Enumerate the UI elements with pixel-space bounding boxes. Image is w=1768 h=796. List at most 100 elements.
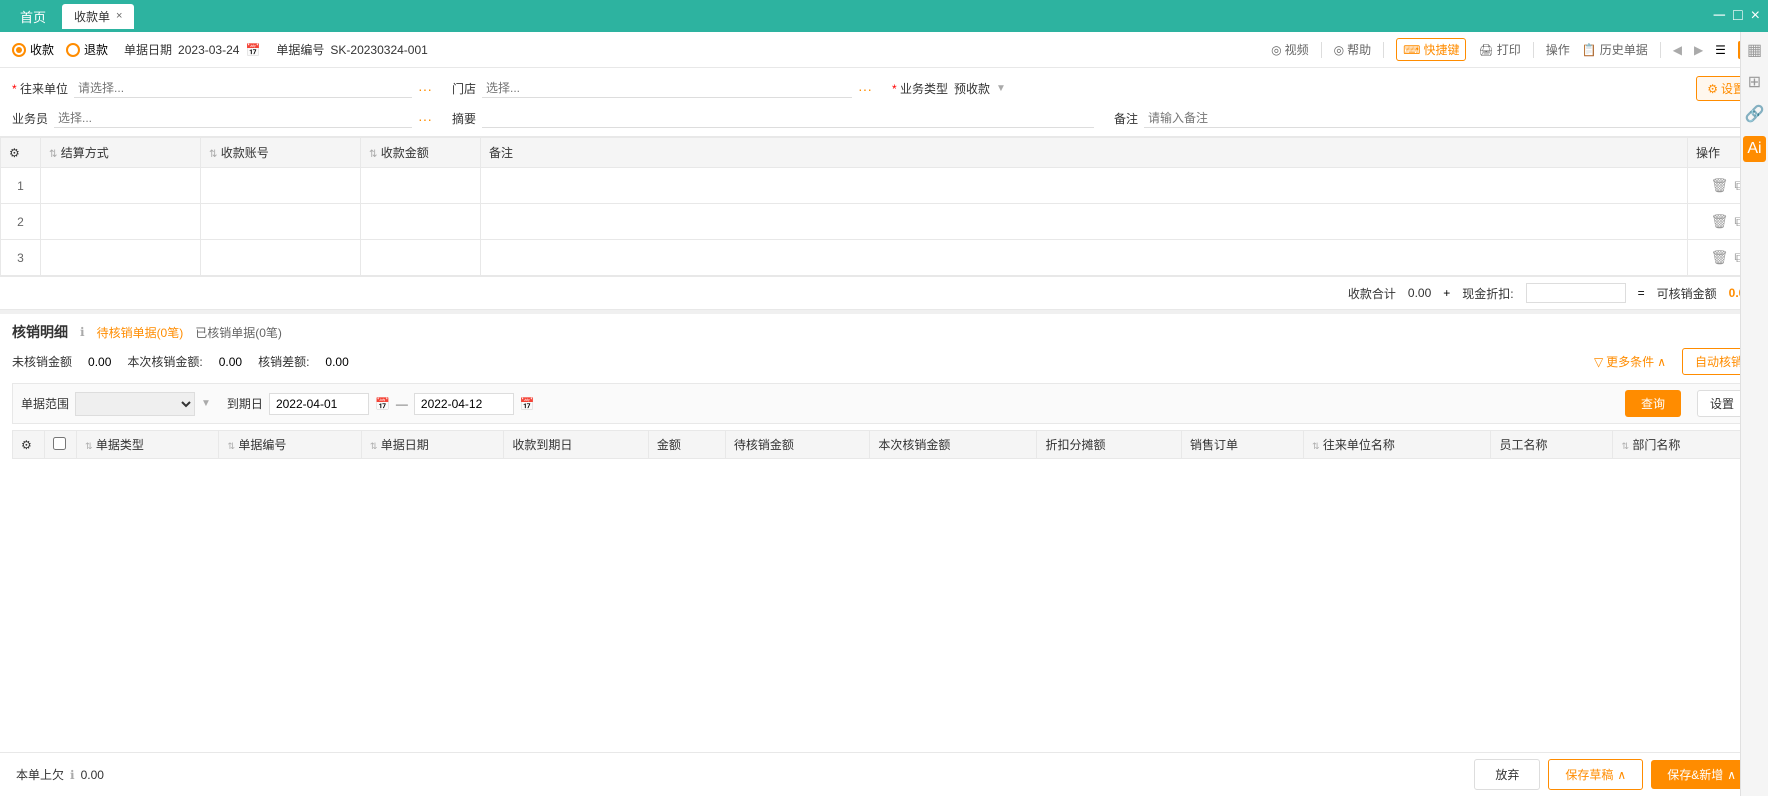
sidebar-grid-icon[interactable]: ⊞ [1748, 72, 1761, 92]
select-all-checkbox[interactable] [53, 437, 66, 450]
calendar-from-icon[interactable]: 📅 [375, 397, 390, 411]
bth-counterpart: ⇅ 往来单位名称 [1304, 431, 1491, 459]
video-label: 视频 [1285, 41, 1309, 58]
biz-type-label: 业务类型 [892, 80, 948, 97]
sidebar-table-icon[interactable]: ▦ [1747, 40, 1762, 60]
shortcut-btn[interactable]: ⌨ 快捷键 [1396, 38, 1466, 61]
delete-icon-2[interactable]: 🗑 [1711, 213, 1729, 230]
info-icon[interactable]: ℹ [70, 768, 75, 782]
remarks-cell-1[interactable] [481, 168, 1688, 204]
right-sidebar: ▦ ⊞ 🔗 Ai [1740, 32, 1768, 796]
help-btn[interactable]: ◎ 帮助 [1334, 41, 1372, 58]
help-icon: ◎ [1334, 43, 1344, 57]
due-date-field: 到期日 📅 — 📅 [227, 393, 535, 415]
due-date-to[interactable] [414, 393, 514, 415]
remarks-field: 备注 [1114, 109, 1756, 128]
history-btn[interactable]: 📋 历史单据 [1582, 41, 1648, 58]
operate-btn[interactable]: 操作 [1546, 41, 1570, 58]
close-window-icon[interactable]: × [1751, 7, 1760, 25]
doc-no-value[interactable]: SK-20230324-001 [330, 43, 427, 57]
due-date-label: 到期日 [227, 395, 263, 412]
divider3 [1533, 42, 1534, 58]
sidebar-link-icon[interactable]: 🔗 [1745, 104, 1765, 124]
remarks-cell-2[interactable] [481, 204, 1688, 240]
save-chevron: ∧ [1727, 768, 1736, 782]
salesman-more-icon[interactable]: ··· [418, 111, 432, 127]
summary-input[interactable] [482, 109, 1094, 128]
print-btn[interactable]: 🖨 打印 [1478, 41, 1520, 58]
doc-range-select[interactable] [75, 392, 195, 416]
total-label: 收款合计 [1348, 285, 1396, 302]
sidebar-ai-icon[interactable]: Ai [1743, 136, 1765, 162]
bth-doc-date: ⇅ 单据日期 [361, 431, 503, 459]
more-conditions-btn[interactable]: ▽ 更多条件 ∧ [1594, 353, 1666, 370]
due-date-from[interactable] [269, 393, 369, 415]
shortcut-label: 快捷键 [1423, 41, 1459, 58]
help-label: 帮助 [1347, 41, 1371, 58]
settlement-cell-2[interactable] [41, 204, 201, 240]
maximize-icon[interactable]: □ [1733, 7, 1743, 25]
operate-label: 操作 [1546, 41, 1570, 58]
bth-pending-amount: 待核销金额 [725, 431, 870, 459]
pending-tab[interactable]: 待核销单据(0笔) [97, 324, 184, 341]
abandon-btn[interactable]: 放弃 [1474, 759, 1540, 790]
tab-current[interactable]: 收款单 × [62, 4, 134, 29]
video-btn[interactable]: ◎ 视频 [1271, 41, 1309, 58]
done-tab[interactable]: 已核销单据(0笔) [195, 324, 282, 341]
print-label: 打印 [1497, 41, 1521, 58]
verify-info-icon[interactable]: ℹ [80, 325, 85, 339]
account-cell-2[interactable] [201, 204, 361, 240]
nav-prev-icon[interactable]: ◀ [1673, 43, 1682, 57]
counterpart-more-icon[interactable]: ··· [418, 81, 432, 97]
calendar-icon[interactable]: 📅 [245, 43, 260, 57]
radio-receive-label: 收款 [30, 41, 54, 58]
account-cell-1[interactable] [201, 168, 361, 204]
discount-input[interactable] [1526, 283, 1626, 303]
bth-settings[interactable]: ⚙ [13, 431, 45, 459]
save-new-btn[interactable]: 保存&新增 ∧ [1651, 760, 1752, 789]
more-conditions-label: 更多条件 [1606, 353, 1654, 370]
amount-cell-3[interactable] [361, 240, 481, 276]
delete-icon-1[interactable]: 🗑 [1711, 177, 1729, 194]
bth-employee: 员工名称 [1491, 431, 1613, 459]
settlement-cell-1[interactable] [41, 168, 201, 204]
verify-table: ⚙ ⇅ 单据类型 ⇅ 单据编号 ⇅ 单据日期 收款到期日 金额 待核销金额 本次… [12, 430, 1756, 459]
store-label: 门店 [452, 80, 476, 97]
settlement-cell-3[interactable] [41, 240, 201, 276]
radio-refund[interactable]: 退款 [66, 41, 108, 58]
nav-next-icon[interactable]: ▶ [1694, 43, 1703, 57]
bth-checkbox[interactable] [45, 431, 77, 459]
query-btn[interactable]: 查询 [1625, 390, 1681, 417]
amount-cell-1[interactable] [361, 168, 481, 204]
doc-date-value[interactable]: 2023-03-24 [178, 43, 239, 57]
list-icon[interactable]: ☰ [1715, 43, 1726, 57]
remarks-cell-3[interactable] [481, 240, 1688, 276]
store-input[interactable] [482, 79, 852, 98]
row-num-1: 1 [1, 168, 41, 204]
calendar-to-icon[interactable]: 📅 [520, 397, 535, 411]
divider4 [1660, 42, 1661, 58]
store-more-icon[interactable]: ··· [858, 81, 872, 97]
amount-cell-2[interactable] [361, 204, 481, 240]
save-label: 保存&新增 [1667, 766, 1723, 783]
th-settings[interactable]: ⚙ [1, 138, 41, 168]
draft-btn[interactable]: 保存草稿 ∧ [1548, 759, 1643, 790]
window-controls: ─ □ × [1714, 7, 1760, 25]
radio-receive[interactable]: 收款 [12, 41, 54, 58]
minimize-icon[interactable]: ─ [1714, 7, 1725, 25]
delete-icon-3[interactable]: 🗑 [1711, 249, 1729, 266]
bth-amount: 金额 [648, 431, 725, 459]
biz-type-chevron[interactable]: ▼ [996, 83, 1006, 94]
main-content: 收款 退款 单据日期 2023-03-24 📅 单据编号 SK-20230324… [0, 32, 1768, 796]
tab-home[interactable]: 首页 [8, 3, 58, 30]
remarks-input[interactable] [1144, 109, 1756, 128]
table-row: 2 🗑 ⧉ [1, 204, 1768, 240]
account-cell-3[interactable] [201, 240, 361, 276]
current-verify-label: 本次核销金额: [127, 353, 202, 370]
footer-right: 放弃 保存草稿 ∧ 保存&新增 ∧ [1474, 759, 1752, 790]
radio-refund-circle [66, 43, 80, 57]
salesman-input[interactable] [54, 109, 412, 128]
tab-close-icon[interactable]: × [116, 10, 122, 22]
counterpart-input[interactable] [74, 79, 412, 98]
form-section: 往来单位 ··· 门店 ··· 业务类型 预收款 ▼ ⚙ 设置 [0, 68, 1768, 137]
